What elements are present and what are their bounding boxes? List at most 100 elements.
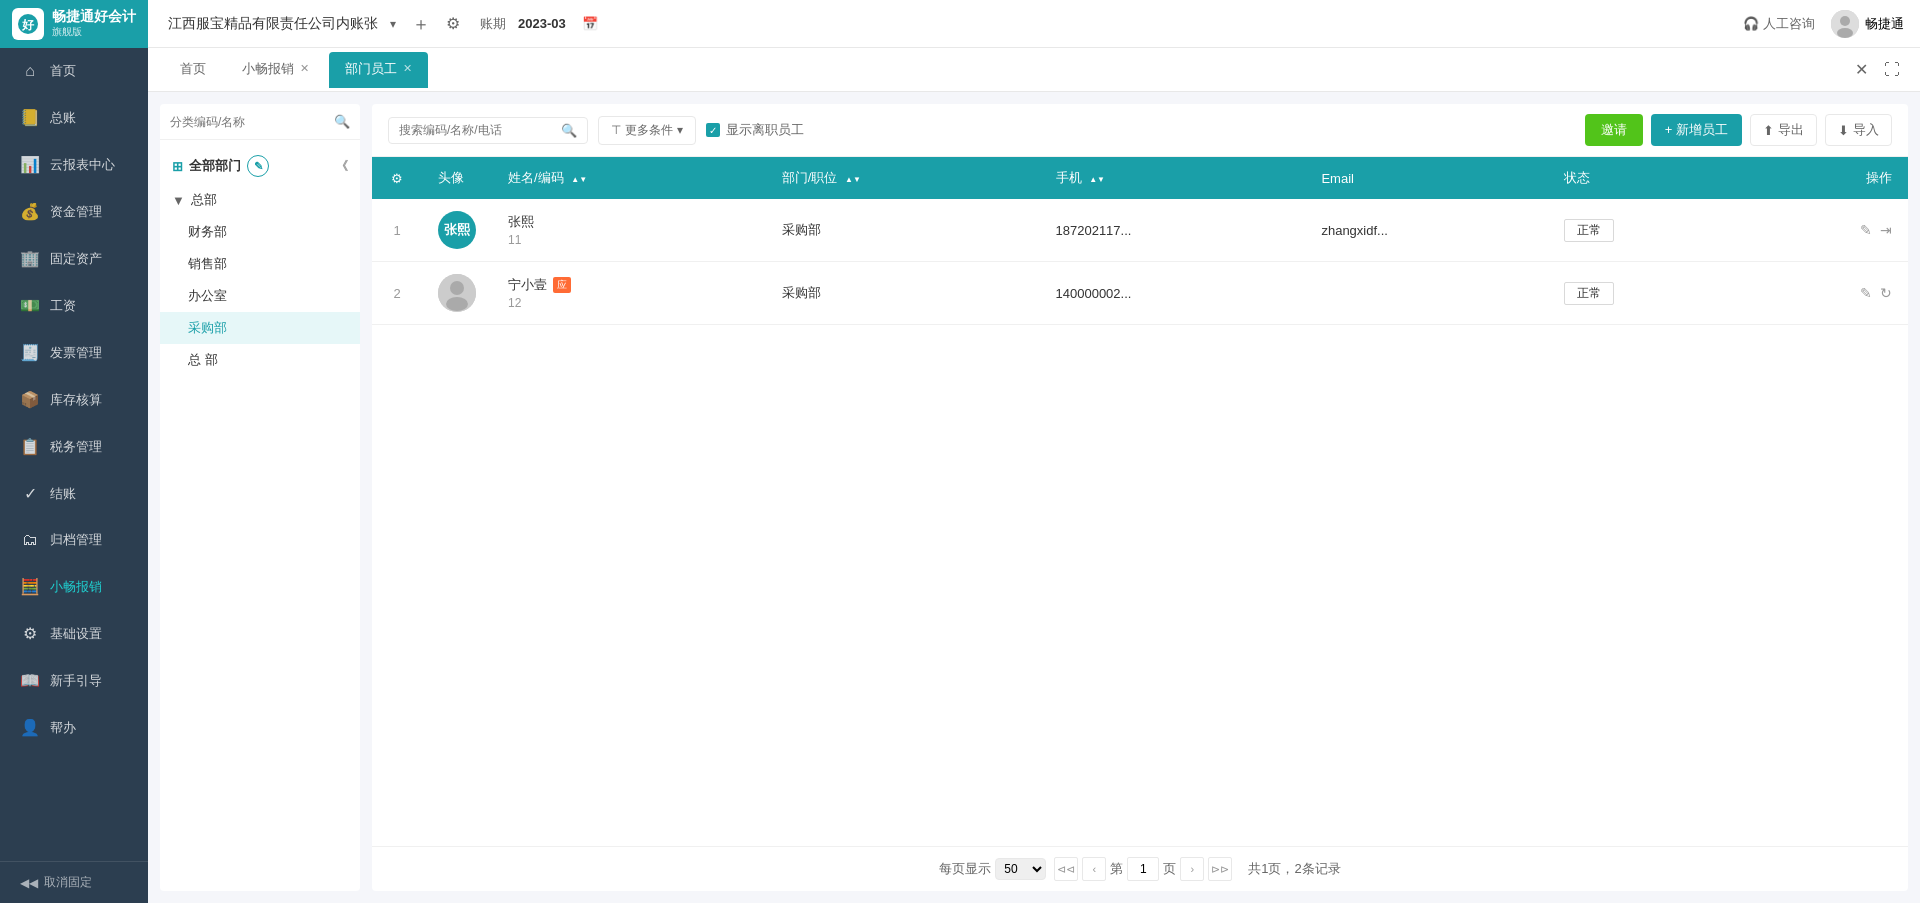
sidebar-label-assets: 固定资产 bbox=[50, 250, 102, 268]
calendar-icon[interactable]: 📅 bbox=[582, 16, 598, 31]
employee-table: ⚙ 头像 姓名/编码 ▲▼ 部门/职位 ▲▼ bbox=[372, 157, 1908, 325]
sidebar-item-archive[interactable]: 🗂 归档管理 bbox=[0, 517, 148, 563]
dept-tree: ⊞ 全部部门 ✎ 《 ▼ 总部 财务部 销售部 bbox=[160, 140, 360, 891]
dept-office[interactable]: 办公室 bbox=[160, 280, 360, 312]
sidebar-item-expense[interactable]: 🧮 小畅报销 bbox=[0, 563, 148, 610]
sidebar-item-guide[interactable]: 📖 新手引导 bbox=[0, 657, 148, 704]
col-dept[interactable]: 部门/职位 ▲▼ bbox=[766, 157, 1040, 199]
page-number-input[interactable] bbox=[1127, 857, 1159, 881]
row-1-avatar-cell: 张熙 bbox=[422, 199, 492, 262]
cancel-fixed-button[interactable]: ◀◀ 取消固定 bbox=[0, 861, 148, 903]
sidebar-item-invoice[interactable]: 🧾 发票管理 bbox=[0, 329, 148, 376]
period-label: 账期 bbox=[480, 15, 506, 33]
col-action: 操作 bbox=[1750, 157, 1908, 199]
row-2-email bbox=[1305, 262, 1548, 325]
service-label: 人工咨询 bbox=[1763, 15, 1815, 33]
sidebar-item-reports[interactable]: 📊 云报表中心 bbox=[0, 141, 148, 188]
tab-expense-label: 小畅报销 bbox=[242, 60, 294, 78]
sidebar-item-assets[interactable]: 🏢 固定资产 bbox=[0, 235, 148, 282]
emp-toolbar: 🔍 ⊤ 更多条件 ▾ ✓ 显示离职员工 邀请 bbox=[372, 104, 1908, 157]
row-1-status-badge: 正常 bbox=[1564, 219, 1614, 242]
col-name[interactable]: 姓名/编码 ▲▼ bbox=[492, 157, 766, 199]
show-resigned-checkbox[interactable]: ✓ bbox=[706, 123, 720, 137]
last-page-button[interactable]: ⊳⊳ bbox=[1208, 857, 1232, 881]
prev-page-button[interactable]: ‹ bbox=[1082, 857, 1106, 881]
row-2-status-cell: 正常 bbox=[1548, 262, 1750, 325]
dept-purchase[interactable]: 采购部 bbox=[160, 312, 360, 344]
tab-close-window-button[interactable]: ✕ bbox=[1851, 56, 1872, 83]
page-unit: 页 bbox=[1163, 860, 1176, 878]
col-phone[interactable]: 手机 ▲▼ bbox=[1040, 157, 1306, 199]
import-button[interactable]: ⬇ 导入 bbox=[1825, 114, 1892, 146]
col-settings[interactable]: ⚙ bbox=[372, 157, 422, 199]
row-2-action-icons: ✎ ↻ bbox=[1766, 285, 1892, 301]
dept-hq[interactable]: ▼ 总部 bbox=[160, 184, 360, 216]
funds-icon: 💰 bbox=[20, 202, 40, 221]
tab-employee[interactable]: 部门员工 ✕ bbox=[329, 52, 428, 88]
row-1-actions-cell: ✎ ⇥ bbox=[1750, 199, 1908, 262]
settings-icon[interactable]: ⚙ bbox=[446, 14, 460, 33]
toolbar-right: 邀请 + 新增员工 ⬆ 导出 ⬇ 导入 bbox=[1585, 114, 1892, 146]
invite-button[interactable]: 邀请 bbox=[1585, 114, 1643, 146]
add-tab-button[interactable]: ＋ bbox=[412, 12, 430, 36]
tab-expense-close[interactable]: ✕ bbox=[300, 62, 309, 75]
sidebar-item-home[interactable]: ⌂ 首页 bbox=[0, 48, 148, 94]
sidebar-item-close[interactable]: ✓ 结账 bbox=[0, 470, 148, 517]
name-sort-arrows: ▲▼ bbox=[571, 176, 587, 184]
export-button[interactable]: ⬆ 导出 bbox=[1750, 114, 1817, 146]
tab-employee-close[interactable]: ✕ bbox=[403, 62, 412, 75]
row-2-name: 宁小壹 bbox=[508, 276, 547, 294]
row-1-edit-icon[interactable]: ✎ bbox=[1860, 222, 1872, 238]
row-2-refresh-icon[interactable]: ↻ bbox=[1880, 285, 1892, 301]
sidebar-item-funds[interactable]: 💰 资金管理 bbox=[0, 188, 148, 235]
logo-area: 好 畅捷通好会计 旗舰版 bbox=[0, 0, 148, 48]
next-page-button[interactable]: › bbox=[1180, 857, 1204, 881]
row-1-dept: 采购部 bbox=[766, 199, 1040, 262]
page-size-dropdown[interactable]: 50 10 20 100 bbox=[995, 858, 1046, 880]
dept-panel: 🔍 ⊞ 全部部门 ✎ 《 ▼ 总部 财务部 bbox=[160, 104, 360, 891]
row-1-name-code: 张熙 11 bbox=[508, 213, 750, 247]
row-2-avatar-cell bbox=[422, 262, 492, 325]
service-button[interactable]: 🎧 人工咨询 bbox=[1743, 15, 1815, 33]
sidebar-item-tax[interactable]: 📋 税务管理 bbox=[0, 423, 148, 470]
inventory-icon: 📦 bbox=[20, 390, 40, 409]
tab-expense[interactable]: 小畅报销 ✕ bbox=[226, 52, 325, 88]
row-2-edit-icon[interactable]: ✎ bbox=[1860, 285, 1872, 301]
total-info: 共1页，2条记录 bbox=[1248, 860, 1340, 878]
close-month-icon: ✓ bbox=[20, 484, 40, 503]
company-dropdown-arrow[interactable]: ▾ bbox=[390, 17, 396, 31]
table-row: 1 张熙 张熙 11 采购部 bbox=[372, 199, 1908, 262]
dept-finance[interactable]: 财务部 bbox=[160, 216, 360, 248]
sidebar-item-help[interactable]: 👤 帮办 bbox=[0, 704, 148, 751]
row-2-actions-cell: ✎ ↻ bbox=[1750, 262, 1908, 325]
cancel-fixed-label: 取消固定 bbox=[44, 874, 92, 891]
first-page-button[interactable]: ⊲⊲ bbox=[1054, 857, 1078, 881]
top-header: 好 畅捷通好会计 旗舰版 江西服宝精品有限责任公司内账张 ▾ ＋ ⚙ 账期 20… bbox=[0, 0, 1920, 48]
dept-edit-icon[interactable]: ✎ bbox=[247, 155, 269, 177]
sidebar-item-salary[interactable]: 💵 工资 bbox=[0, 282, 148, 329]
tab-home[interactable]: 首页 bbox=[164, 52, 222, 88]
show-resigned-toggle[interactable]: ✓ 显示离职员工 bbox=[706, 121, 804, 139]
more-filter-button[interactable]: ⊤ 更多条件 ▾ bbox=[598, 116, 696, 145]
user-info[interactable]: 畅捷通 bbox=[1831, 10, 1904, 38]
dept-hq2[interactable]: 总 部 bbox=[160, 344, 360, 376]
dept-search-input[interactable] bbox=[170, 115, 328, 129]
sidebar-item-settings[interactable]: ⚙ 基础设置 bbox=[0, 610, 148, 657]
sidebar-item-ledger[interactable]: 📒 总账 bbox=[0, 94, 148, 141]
headset-icon: 🎧 bbox=[1743, 16, 1759, 31]
row-1-logout-icon[interactable]: ⇥ bbox=[1880, 222, 1892, 238]
more-filter-label: 更多条件 bbox=[625, 122, 673, 139]
search-icon[interactable]: 🔍 bbox=[561, 123, 577, 138]
emp-search-input[interactable] bbox=[399, 123, 555, 137]
row-1-name-cell: 张熙 11 bbox=[492, 199, 766, 262]
expand-arrow: ▼ bbox=[172, 193, 185, 208]
add-employee-button[interactable]: + 新增员工 bbox=[1651, 114, 1742, 146]
dept-collapse-icon[interactable]: 《 bbox=[336, 158, 348, 175]
sidebar-item-inventory[interactable]: 📦 库存核算 bbox=[0, 376, 148, 423]
tab-right-actions: ✕ ⛶ bbox=[1851, 56, 1904, 83]
tab-maximize-button[interactable]: ⛶ bbox=[1880, 56, 1904, 83]
sidebar-label-inventory: 库存核算 bbox=[50, 391, 102, 409]
dept-all-item[interactable]: ⊞ 全部部门 ✎ 《 bbox=[160, 148, 360, 184]
dept-sales[interactable]: 销售部 bbox=[160, 248, 360, 280]
dept-search-icon[interactable]: 🔍 bbox=[334, 114, 350, 129]
